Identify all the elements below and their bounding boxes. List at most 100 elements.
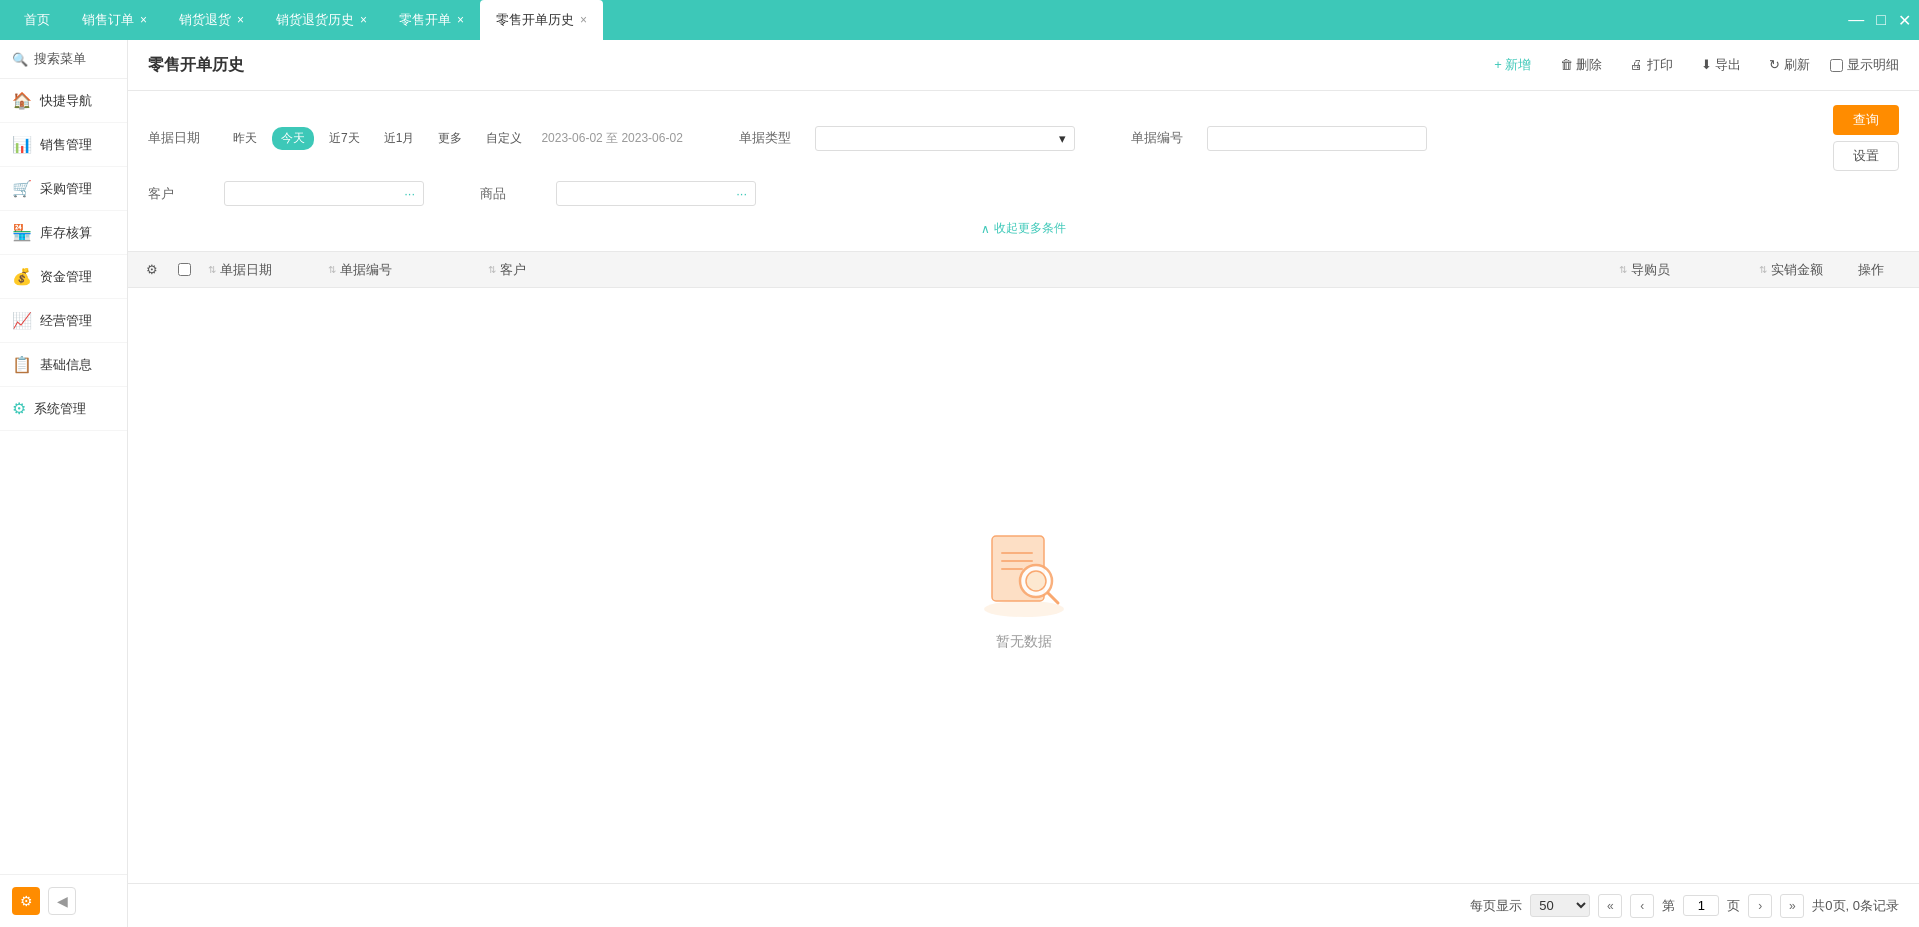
- query-button[interactable]: 查询: [1833, 105, 1899, 135]
- prev-page-button[interactable]: ‹: [1630, 894, 1654, 918]
- sidebar-item-system[interactable]: ⚙ 系统管理: [0, 387, 127, 431]
- order-type-label: 单据类型: [739, 129, 799, 147]
- order-type-select[interactable]: ▾: [815, 126, 1075, 151]
- tab-close-sales-return[interactable]: ×: [237, 13, 244, 27]
- first-page-button[interactable]: «: [1598, 894, 1622, 918]
- page-word: 第: [1662, 897, 1675, 915]
- minimize-button[interactable]: —: [1848, 11, 1864, 30]
- sort-orderno-icon: ⇅: [328, 264, 336, 275]
- date-more[interactable]: 更多: [429, 127, 471, 150]
- goods-picker-icon[interactable]: ···: [736, 186, 747, 201]
- display-detail-input[interactable]: [1830, 59, 1843, 72]
- next-page-button[interactable]: ›: [1748, 894, 1772, 918]
- date-custom[interactable]: 自定义: [477, 127, 531, 150]
- delete-button[interactable]: 🗑 删除: [1552, 52, 1611, 78]
- refresh-button[interactable]: ↻ 刷新: [1761, 52, 1818, 78]
- last-page-button[interactable]: »: [1780, 894, 1804, 918]
- collapse-more-button[interactable]: ∧ 收起更多条件: [148, 216, 1899, 241]
- operations-icon: 📈: [12, 311, 32, 330]
- th-amount[interactable]: ⇅ 实销金额: [1711, 261, 1831, 279]
- date-last7days[interactable]: 近7天: [320, 127, 369, 150]
- maximize-button[interactable]: □: [1876, 11, 1886, 30]
- date-today[interactable]: 今天: [272, 127, 314, 150]
- page-number-input[interactable]: [1683, 895, 1719, 916]
- display-detail-checkbox[interactable]: 显示明细: [1830, 56, 1899, 74]
- column-settings-icon[interactable]: ⚙: [146, 262, 158, 277]
- customer-picker-icon[interactable]: ···: [404, 186, 415, 201]
- tab-close-sales-order[interactable]: ×: [140, 13, 147, 27]
- table-header: ⚙ ⇅ 单据日期 ⇅ 单据编号 ⇅ 客户 ⇅: [128, 252, 1919, 288]
- page-header: 零售开单历史 + 新增 🗑 删除 🖨 打印 ⬇ 导出 ↻ 刷新 显示明细: [128, 40, 1919, 91]
- th-date[interactable]: ⇅ 单据日期: [200, 261, 320, 279]
- th-settings[interactable]: ⚙: [136, 262, 168, 277]
- date-yesterday[interactable]: 昨天: [224, 127, 266, 150]
- tab-retail-open[interactable]: 零售开单 ×: [383, 0, 480, 40]
- sidebar-item-label: 销售管理: [40, 136, 92, 154]
- sidebar-collapse-button[interactable]: ◀: [48, 887, 76, 915]
- setting-button[interactable]: 设置: [1833, 141, 1899, 171]
- settings-button[interactable]: ⚙: [12, 887, 40, 915]
- empty-illustration: [964, 521, 1084, 621]
- sidebar-item-purchase-mgmt[interactable]: 🛒 采购管理: [0, 167, 127, 211]
- collapse-icon: ◀: [57, 893, 68, 909]
- per-page-select[interactable]: 50 10 20 100: [1530, 894, 1590, 917]
- tab-home[interactable]: 首页: [8, 11, 66, 29]
- chevron-down-icon: ▾: [1059, 131, 1066, 146]
- customer-input[interactable]: ···: [224, 181, 424, 206]
- sidebar-item-label: 采购管理: [40, 180, 92, 198]
- customer-label: 客户: [148, 185, 208, 203]
- th-guide[interactable]: ⇅ 导购员: [1611, 261, 1711, 279]
- select-all-checkbox[interactable]: [178, 263, 191, 276]
- sidebar-item-label: 快捷导航: [40, 92, 92, 110]
- money-icon: 💰: [12, 267, 32, 286]
- home-icon: 🏠: [12, 91, 32, 110]
- tab-sales-return[interactable]: 销货退货 ×: [163, 0, 260, 40]
- add-button[interactable]: + 新增: [1486, 52, 1539, 78]
- sidebar-bottom: ⚙ ◀: [0, 874, 127, 927]
- pagination-summary: 共0页, 0条记录: [1812, 897, 1899, 915]
- sidebar-search[interactable]: 🔍 搜索菜单: [0, 40, 127, 79]
- sidebar-item-basic-info[interactable]: 📋 基础信息: [0, 343, 127, 387]
- tab-close-retail-open-history[interactable]: ×: [580, 13, 587, 27]
- tab-retail-open-history[interactable]: 零售开单历史 ×: [480, 0, 603, 40]
- sidebar-item-label: 系统管理: [34, 400, 86, 418]
- sidebar-item-label: 库存核算: [40, 224, 92, 242]
- tab-close-retail-open[interactable]: ×: [457, 13, 464, 27]
- goods-input[interactable]: ···: [556, 181, 756, 206]
- date-shortcuts: 昨天 今天 近7天 近1月 更多 自定义 2023-06-02 至 2023-0…: [224, 127, 683, 150]
- th-customer[interactable]: ⇅ 客户: [480, 261, 1611, 279]
- system-icon: ⚙: [12, 399, 26, 418]
- filter-area: 单据日期 昨天 今天 近7天 近1月 更多 自定义 2023-06-02 至 2…: [128, 91, 1919, 252]
- tab-close-sales-return-history[interactable]: ×: [360, 13, 367, 27]
- cart-icon: 🛒: [12, 179, 32, 198]
- page-label: 页: [1727, 897, 1740, 915]
- sidebar-search-label: 搜索菜单: [34, 50, 86, 68]
- main-layout: 🔍 搜索菜单 🏠 快捷导航 📊 销售管理 🛒 采购管理 🏪 库存核算 💰 资金管…: [0, 40, 1919, 927]
- th-order-no[interactable]: ⇅ 单据编号: [320, 261, 480, 279]
- print-button[interactable]: 🖨 打印: [1622, 52, 1681, 78]
- sidebar-item-operations[interactable]: 📈 经营管理: [0, 299, 127, 343]
- close-button[interactable]: ✕: [1898, 11, 1911, 30]
- filter-row-1: 单据日期 昨天 今天 近7天 近1月 更多 自定义 2023-06-02 至 2…: [148, 105, 1899, 171]
- th-orderno-label: 单据编号: [340, 261, 392, 279]
- goods-label: 商品: [480, 185, 540, 203]
- tab-sales-return-history[interactable]: 销货退货历史 ×: [260, 0, 383, 40]
- th-customer-label: 客户: [500, 261, 526, 279]
- search-icon: 🔍: [12, 52, 28, 67]
- warehouse-icon: 🏪: [12, 223, 32, 242]
- export-button[interactable]: ⬇ 导出: [1693, 52, 1750, 78]
- per-page-label: 每页显示: [1470, 897, 1522, 915]
- sidebar-item-label: 基础信息: [40, 356, 92, 374]
- date-last1month[interactable]: 近1月: [375, 127, 424, 150]
- sidebar-item-quick-nav[interactable]: 🏠 快捷导航: [0, 79, 127, 123]
- sidebar-item-inventory[interactable]: 🏪 库存核算: [0, 211, 127, 255]
- sort-customer-icon: ⇅: [488, 264, 496, 275]
- order-no-label: 单据编号: [1131, 129, 1191, 147]
- svg-point-0: [984, 601, 1064, 617]
- empty-text: 暂无数据: [996, 633, 1052, 651]
- order-no-input[interactable]: [1207, 126, 1427, 151]
- sidebar-item-sales-mgmt[interactable]: 📊 销售管理: [0, 123, 127, 167]
- tab-sales-order[interactable]: 销售订单 ×: [66, 0, 163, 40]
- th-checkbox[interactable]: [168, 263, 200, 276]
- sidebar-item-finance[interactable]: 💰 资金管理: [0, 255, 127, 299]
